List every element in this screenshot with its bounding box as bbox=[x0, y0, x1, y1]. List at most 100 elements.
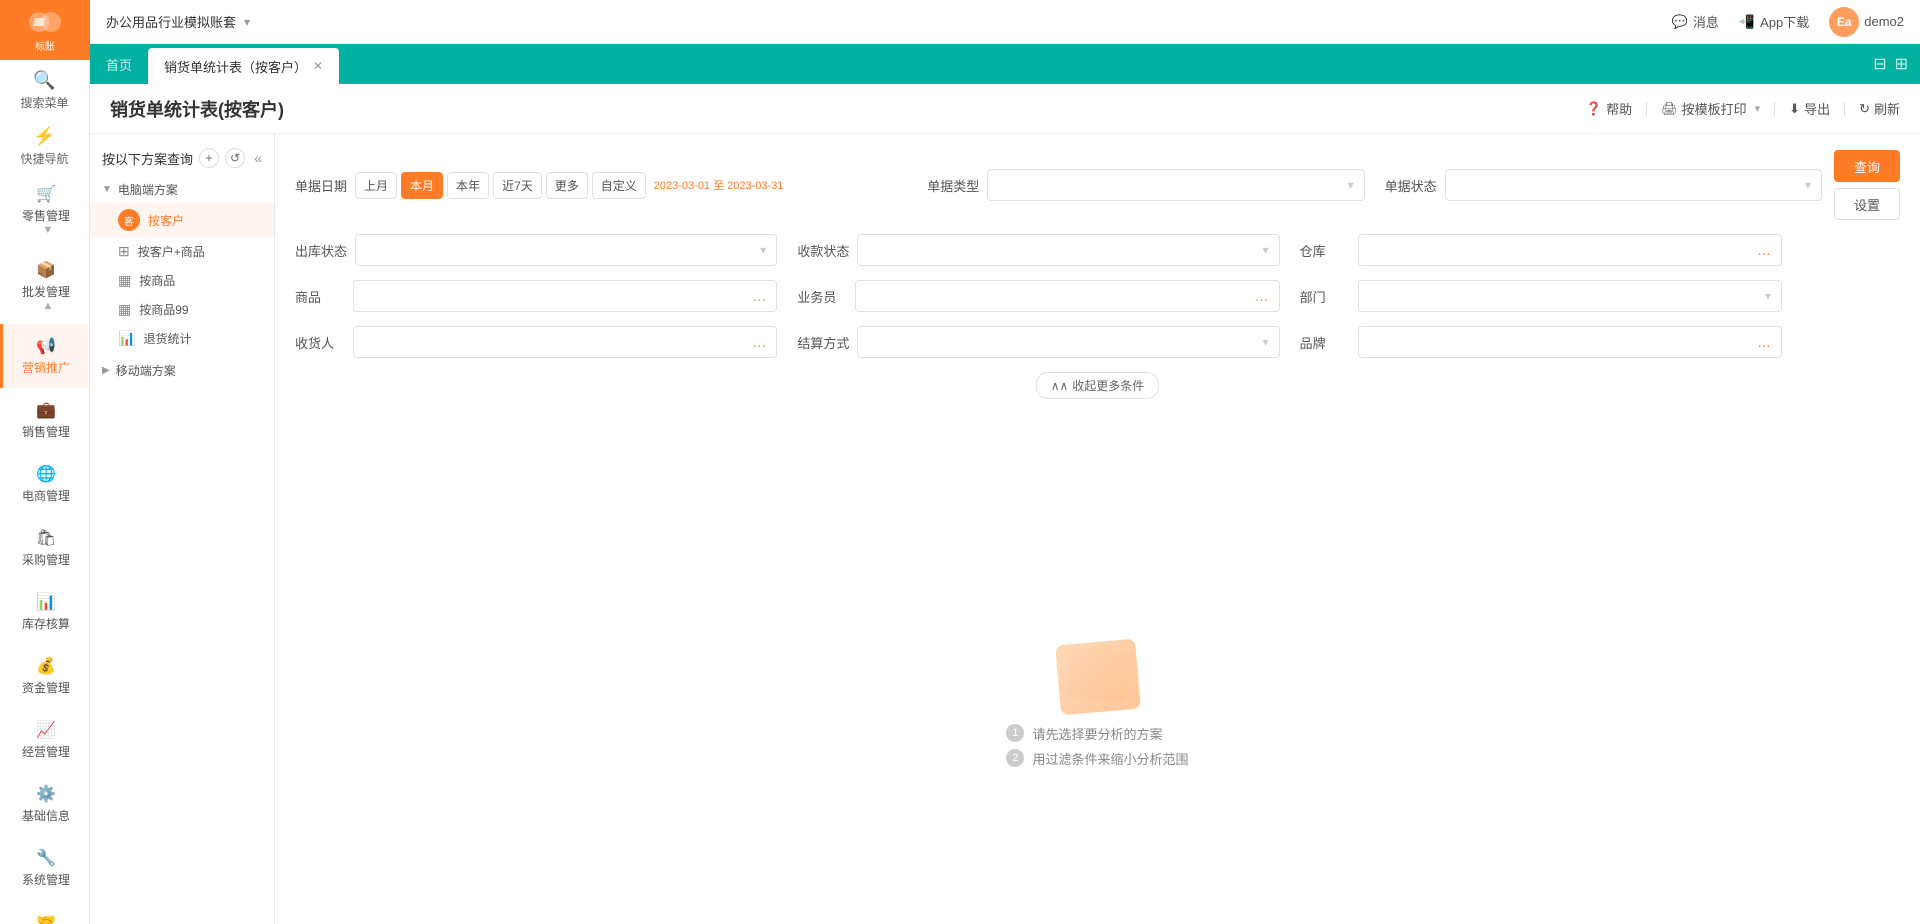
empty-illustration bbox=[1038, 612, 1158, 712]
payment-dropdown-icon: ▾ bbox=[1263, 335, 1269, 349]
date-this-month-btn[interactable]: 本月 bbox=[401, 172, 443, 199]
tab-home[interactable]: 首页 bbox=[90, 44, 148, 84]
scheme-item-by-customer[interactable]: 客 按客户 bbox=[90, 203, 274, 237]
sidebar-item-finance[interactable]: 💰 资金管理 bbox=[0, 644, 89, 708]
dept-input[interactable]: ▾ bbox=[1358, 280, 1782, 312]
sidebar-search[interactable]: 🔍 搜索菜单 bbox=[0, 60, 89, 116]
product-dots-icon[interactable]: … bbox=[752, 288, 766, 304]
sidebar-item-retail[interactable]: 🛒 零售管理 ▼ bbox=[0, 172, 89, 248]
collapse-conditions-btn[interactable]: ∧∧ 收起更多条件 bbox=[1036, 372, 1160, 399]
brand-dots-icon[interactable]: … bbox=[1757, 334, 1771, 350]
logo-text: 标账 bbox=[35, 38, 55, 53]
help-label: 帮助 bbox=[1606, 99, 1632, 118]
sidebar-system-label: 系统管理 bbox=[22, 871, 70, 888]
header-right: 💬 消息 📲 App下载 Ea demo2 bbox=[1672, 7, 1904, 37]
scheme-item-by-product[interactable]: ▦ 按商品 bbox=[90, 266, 274, 295]
warehouse-input[interactable]: … bbox=[1358, 234, 1782, 266]
sidebar-item-sales[interactable]: 💼 销售管理 bbox=[0, 388, 89, 452]
window-maximize-icon[interactable]: ⊞ bbox=[1895, 54, 1908, 74]
filter-cell-warehouse: 仓库 … bbox=[1300, 234, 1782, 266]
tab-close-icon[interactable]: ✕ bbox=[313, 59, 323, 73]
export-label: 导出 bbox=[1804, 99, 1830, 118]
purchase-icon: 🛍 bbox=[36, 528, 56, 548]
finance-icon: 💰 bbox=[36, 656, 56, 676]
wholesale-icon: 📦 bbox=[36, 260, 56, 280]
print-btn[interactable]: 🖨 按模板打印 ▾ bbox=[1661, 99, 1760, 118]
app-download-btn[interactable]: 📲 App下载 bbox=[1739, 12, 1809, 31]
tab-sales-stats[interactable]: 销货单统计表（按客户） ✕ bbox=[148, 48, 339, 84]
outstatus-dropdown-icon: ▾ bbox=[760, 243, 766, 257]
help-btn[interactable]: ❓ 帮助 bbox=[1586, 99, 1632, 118]
date-more-btn[interactable]: 更多 bbox=[546, 172, 588, 199]
platform-title: 办公用品行业模拟账套 bbox=[106, 12, 236, 31]
main-area: 办公用品行业模拟账套 ▾ 💬 消息 📲 App下载 Ea demo2 首页 bbox=[90, 0, 1920, 924]
outstatus-label: 出库状态 bbox=[295, 241, 347, 260]
filter-cell-payment: 结算方式 ▾ bbox=[797, 326, 1279, 358]
window-minimize-icon[interactable]: ⊟ bbox=[1873, 54, 1886, 74]
scheme-product99-label: 按商品99 bbox=[139, 301, 188, 318]
platform-dropdown-icon[interactable]: ▾ bbox=[244, 15, 250, 29]
date-last-month-btn[interactable]: 上月 bbox=[355, 172, 397, 199]
help-icon: ❓ bbox=[1586, 101, 1602, 117]
sidebar-item-basic[interactable]: ⚙️ 基础信息 bbox=[0, 772, 89, 836]
scheme-refresh-icon: ↺ bbox=[230, 151, 240, 165]
warehouse-dots-icon[interactable]: … bbox=[1757, 242, 1771, 258]
product-input[interactable]: … bbox=[353, 280, 777, 312]
sidebar-sales-label: 销售管理 bbox=[22, 423, 70, 440]
salesman-dots-icon[interactable]: … bbox=[1255, 288, 1269, 304]
query-btn[interactable]: 查询 bbox=[1834, 150, 1900, 182]
sidebar-item-wholesale[interactable]: 📦 批发管理 ▲ bbox=[0, 248, 89, 324]
retail-arrow-icon: ▼ bbox=[43, 224, 54, 236]
message-btn[interactable]: 💬 消息 bbox=[1672, 12, 1719, 31]
doctype-input[interactable]: ▾ bbox=[987, 169, 1364, 201]
refresh-label: 刷新 bbox=[1874, 99, 1900, 118]
scheme-group-mobile-header[interactable]: ▶ 移动端方案 bbox=[90, 357, 274, 384]
scheme-item-by-customer-product[interactable]: ⊞ 按客户+商品 bbox=[90, 237, 274, 266]
sidebar-retail-label: 零售管理 bbox=[22, 207, 70, 224]
scheme-refresh-btn[interactable]: ↺ bbox=[225, 148, 245, 168]
scheme-customer-product-icon: ⊞ bbox=[118, 243, 130, 260]
sidebar-item-inventory[interactable]: 📊 库存核算 bbox=[0, 580, 89, 644]
date-this-year-btn[interactable]: 本年 bbox=[447, 172, 489, 199]
export-btn[interactable]: ⬇ 导出 bbox=[1789, 99, 1830, 118]
sidebar-quick[interactable]: ⚡ 快捷导航 bbox=[0, 116, 89, 172]
brand-input[interactable]: … bbox=[1358, 326, 1782, 358]
tab-window-controls: ⊟ ⊞ bbox=[1873, 54, 1920, 74]
sidebar-item-purchase[interactable]: 🛍 采购管理 bbox=[0, 516, 89, 580]
filter-cell-outstatus: 出库状态 ▾ bbox=[295, 234, 777, 266]
sidebar-item-operations[interactable]: 📈 经营管理 bbox=[0, 708, 89, 772]
user-profile-btn[interactable]: Ea demo2 bbox=[1829, 7, 1904, 37]
date-last7-btn[interactable]: 近7天 bbox=[493, 172, 542, 199]
recipient-input[interactable]: … bbox=[353, 326, 777, 358]
empty-state: 1 请先选择要分析的方案 2 用过滤条件来缩小分析范围 bbox=[275, 515, 1920, 924]
sidebar-item-marketing[interactable]: 📢 营销推广 bbox=[0, 324, 89, 388]
empty-tips: 1 请先选择要分析的方案 2 用过滤条件来缩小分析范围 bbox=[1006, 724, 1188, 768]
refresh-btn[interactable]: ↻ 刷新 bbox=[1859, 99, 1900, 118]
warehouse-label: 仓库 bbox=[1300, 241, 1350, 260]
scheme-item-by-product99[interactable]: ▦ 按商品99 bbox=[90, 295, 274, 324]
wholesale-arrow-icon: ▲ bbox=[43, 300, 54, 312]
recipient-dots-icon[interactable]: … bbox=[752, 334, 766, 350]
payment-input[interactable]: ▾ bbox=[857, 326, 1279, 358]
paystatus-dropdown-icon: ▾ bbox=[1263, 243, 1269, 257]
docstatus-input[interactable]: ▾ bbox=[1445, 169, 1822, 201]
sidebar-item-ecommerce[interactable]: 🌐 电商管理 bbox=[0, 452, 89, 516]
scheme-return-label: 退货统计 bbox=[143, 330, 191, 347]
paystatus-input[interactable]: ▾ bbox=[857, 234, 1279, 266]
settings-btn[interactable]: 设置 bbox=[1834, 188, 1900, 220]
filter-cell-recipient: 收货人 … bbox=[295, 326, 777, 358]
sidebar-item-enterprise[interactable]: 🤝 企业协同 bbox=[0, 900, 89, 924]
filter-row-1: 单据日期 上月 本月 本年 近7天 更多 自定义 2023-03-01 至 20… bbox=[295, 150, 1900, 220]
scheme-group-pc-header[interactable]: ▼ 电脑端方案 bbox=[90, 176, 274, 203]
outstatus-input[interactable]: ▾ bbox=[355, 234, 777, 266]
scheme-add-btn[interactable]: + bbox=[199, 148, 219, 168]
date-custom-btn[interactable]: 自定义 bbox=[592, 172, 646, 199]
sidebar-item-system[interactable]: 🔧 系统管理 bbox=[0, 836, 89, 900]
scheme-group-mobile-expand-icon: ▶ bbox=[102, 365, 110, 376]
salesman-input[interactable]: … bbox=[855, 280, 1279, 312]
scheme-item-return-stats[interactable]: 📊 退货统计 bbox=[90, 324, 274, 353]
action-divider-2 bbox=[1774, 102, 1775, 116]
action-btn-column: 查询 设置 bbox=[1834, 150, 1900, 220]
scheme-collapse-btn[interactable]: « bbox=[254, 150, 262, 166]
empty-tip-2: 2 用过滤条件来缩小分析范围 bbox=[1006, 749, 1188, 768]
